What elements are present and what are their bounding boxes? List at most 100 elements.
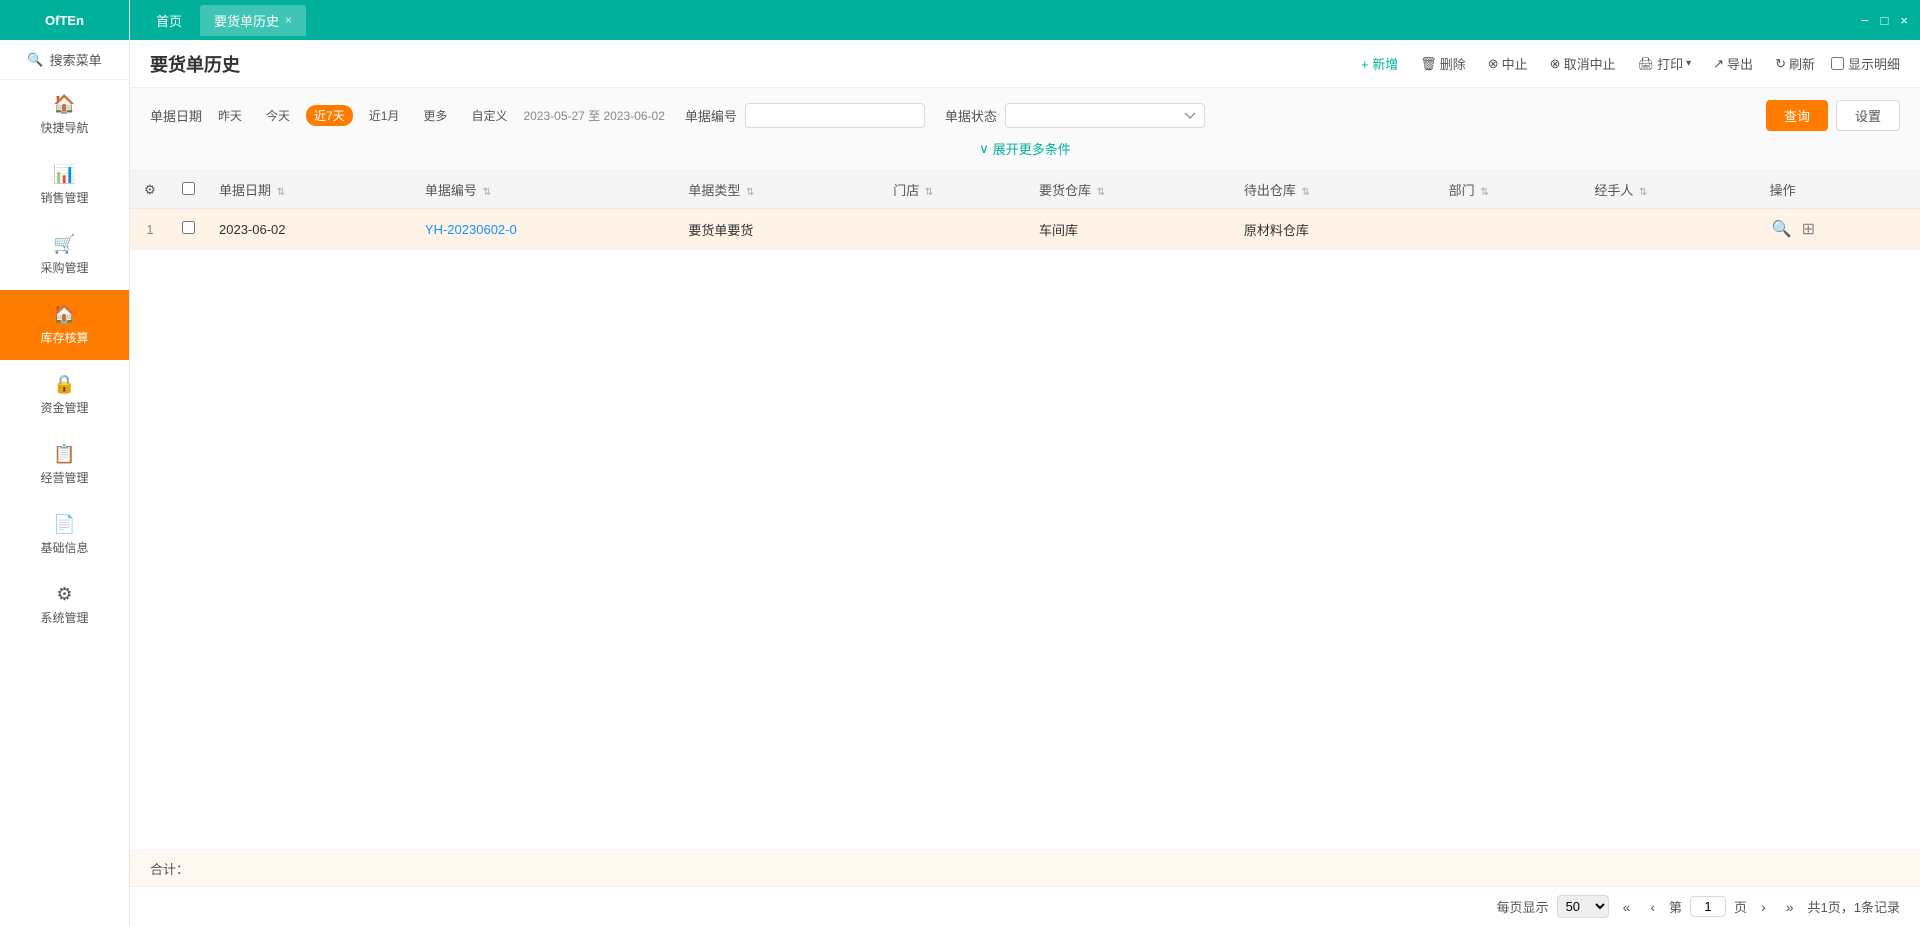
suspend-icon: ⊗ (1488, 56, 1499, 72)
print-button[interactable]: 🖨 打印 ▾ (1632, 50, 1698, 77)
last-page-btn[interactable]: » (1780, 897, 1800, 917)
row-num: 1 (130, 209, 170, 250)
date-btn-more[interactable]: 更多 (415, 105, 455, 126)
table-header-row: ⚙ 单据日期 ⇅ 单据编号 ⇅ 单据类型 (130, 171, 1920, 209)
order-no-filter-group: 单据编号 (685, 103, 925, 128)
cell-date: 2023-06-02 (207, 209, 413, 250)
filter-area: 单据日期 昨天 今天 近7天 近1月 更多 自定义 2023-05-27 至 2… (130, 88, 1920, 171)
refresh-button[interactable]: ↻ 刷新 (1769, 50, 1821, 77)
first-page-btn[interactable]: « (1617, 897, 1637, 917)
sort-req-icon: ⇅ (1097, 187, 1105, 198)
tab-home[interactable]: 首页 (142, 5, 196, 36)
next-page-btn[interactable]: › (1755, 897, 1772, 917)
row-view-icon[interactable]: 🔍 (1770, 217, 1794, 241)
sidebar-item-quick-nav[interactable]: 🏠 快捷导航 (0, 80, 129, 150)
col-date: 单据日期 ⇅ (207, 171, 413, 209)
refresh-icon: ↻ (1775, 56, 1786, 72)
select-all-checkbox[interactable] (182, 182, 195, 195)
per-page-select[interactable]: 50 100 200 (1557, 895, 1609, 918)
page-input[interactable] (1690, 896, 1726, 917)
search-icon: 🔍 (27, 52, 43, 68)
cell-order-no: YH-20230602-0 (413, 209, 676, 250)
display-toggle-checkbox[interactable] (1831, 57, 1844, 70)
order-no-label: 单据编号 (685, 106, 737, 125)
col-order-no: 单据编号 ⇅ (413, 171, 676, 209)
top-right-controls: − □ × (1861, 13, 1908, 28)
table-body: 1 2023-06-02 YH-20230602-0 要货单要货 车间库 原材料… (130, 209, 1920, 250)
col-department: 部门 ⇅ (1437, 171, 1583, 209)
delete-icon: 🗑 (1420, 56, 1437, 72)
date-filter-group: 单据日期 昨天 今天 近7天 近1月 更多 自定义 2023-05-27 至 2… (150, 105, 665, 126)
top-nav: 首页 要货单历史 × − □ × (130, 0, 1920, 40)
status-select[interactable] (1005, 103, 1205, 128)
prev-page-btn[interactable]: ‹ (1644, 897, 1661, 917)
date-btn-7days[interactable]: 近7天 (306, 105, 353, 126)
sidebar-label-sales: 销售管理 (40, 189, 88, 206)
brand-logo: OfTEn (0, 0, 129, 40)
cell-handler (1582, 209, 1757, 250)
export-button[interactable]: ↗ 导出 (1707, 50, 1759, 77)
col-order-type: 单据类型 ⇅ (676, 171, 881, 209)
sidebar-label-system: 系统管理 (40, 609, 88, 626)
table-row: 1 2023-06-02 YH-20230602-0 要货单要货 车间库 原材料… (130, 209, 1920, 250)
sidebar-item-finance[interactable]: 🔒 资金管理 (0, 360, 129, 430)
date-btn-1month[interactable]: 近1月 (361, 105, 408, 126)
order-no-input[interactable] (745, 103, 925, 128)
window-minimize-btn[interactable]: − (1861, 13, 1869, 28)
sidebar-item-operations[interactable]: 📋 经营管理 (0, 430, 129, 500)
tab-active[interactable]: 要货单历史 × (200, 5, 306, 36)
col-req-warehouse: 要货仓库 ⇅ (1027, 171, 1232, 209)
status-filter-group: 单据状态 (945, 103, 1205, 128)
content-wrapper: 要货单历史 + 新增 🗑 删除 ⊗ 中止 ⊗ 取消中止 🖨 (130, 40, 1920, 926)
sidebar-label-finance: 资金管理 (40, 399, 88, 416)
row-more-icon[interactable]: ⊞ (1800, 217, 1817, 241)
cell-store (881, 209, 1027, 250)
date-range-display: 2023-05-27 至 2023-06-02 (523, 107, 664, 124)
delete-button[interactable]: 🗑 删除 (1414, 50, 1472, 77)
settings-button[interactable]: 设置 (1836, 100, 1900, 131)
table-head: ⚙ 单据日期 ⇅ 单据编号 ⇅ 单据类型 (130, 171, 1920, 209)
filter-row: 单据日期 昨天 今天 近7天 近1月 更多 自定义 2023-05-27 至 2… (150, 100, 1900, 131)
sidebar-item-basic[interactable]: 📄 基础信息 (0, 500, 129, 570)
sidebar-icon-basic: 📄 (53, 514, 75, 535)
search-menu[interactable]: 🔍 搜索菜单 (0, 40, 129, 80)
sort-orderno-icon: ⇅ (483, 187, 491, 198)
sidebar-icon-finance: 🔒 (53, 374, 75, 395)
date-btn-today[interactable]: 今天 (258, 105, 298, 126)
sort-store-icon: ⇅ (925, 187, 933, 198)
col-handler: 经手人 ⇅ (1582, 171, 1757, 209)
sidebar-item-sales[interactable]: 📊 销售管理 (0, 150, 129, 220)
sidebar-label-inventory: 库存核算 (40, 329, 88, 346)
order-no-link[interactable]: YH-20230602-0 (425, 222, 517, 237)
print-dropdown-icon: ▾ (1686, 58, 1691, 69)
cell-operation: 🔍 ⊞ (1758, 209, 1920, 250)
window-maximize-btn[interactable]: □ (1881, 13, 1889, 28)
sidebar-nav: 🏠 快捷导航 📊 销售管理 🛒 采购管理 🏠 库存核算 🔒 资金管理 📋 经营管… (0, 80, 129, 926)
new-button[interactable]: + 新增 (1355, 50, 1404, 77)
query-button[interactable]: 查询 (1766, 100, 1828, 131)
tab-close-icon[interactable]: × (285, 13, 292, 27)
col-operation: 操作 (1758, 171, 1920, 209)
col-settings[interactable]: ⚙ (130, 171, 170, 209)
sidebar-icon-sales: 📊 (53, 164, 75, 185)
cancel-suspend-button[interactable]: ⊗ 取消中止 (1544, 50, 1622, 77)
date-btn-custom[interactable]: 自定义 (463, 105, 515, 126)
col-pending-warehouse: 待出仓库 ⇅ (1232, 171, 1437, 209)
page-header: 要货单历史 + 新增 🗑 删除 ⊗ 中止 ⊗ 取消中止 🖨 (130, 40, 1920, 88)
table-footer: 合计： (130, 850, 1920, 886)
suspend-button[interactable]: ⊗ 中止 (1482, 50, 1534, 77)
display-toggle[interactable]: 显示明细 (1831, 54, 1900, 73)
cell-pending-warehouse: 原材料仓库 (1232, 209, 1437, 250)
cell-order-type: 要货单要货 (676, 209, 881, 250)
sidebar-icon-purchase: 🛒 (53, 234, 75, 255)
expand-more[interactable]: ∨ 展开更多条件 (150, 139, 1900, 158)
window-close-btn[interactable]: × (1900, 13, 1908, 28)
sidebar-item-purchase[interactable]: 🛒 采购管理 (0, 220, 129, 290)
row-checkbox-cell (170, 209, 207, 250)
sidebar-item-system[interactable]: ⚙ 系统管理 (0, 570, 129, 640)
cell-req-warehouse: 车间库 (1027, 209, 1232, 250)
date-btn-yesterday[interactable]: 昨天 (210, 105, 250, 126)
sort-pending-icon: ⇅ (1301, 187, 1309, 198)
row-checkbox[interactable] (182, 221, 195, 234)
sidebar-item-inventory[interactable]: 🏠 库存核算 (0, 290, 129, 360)
